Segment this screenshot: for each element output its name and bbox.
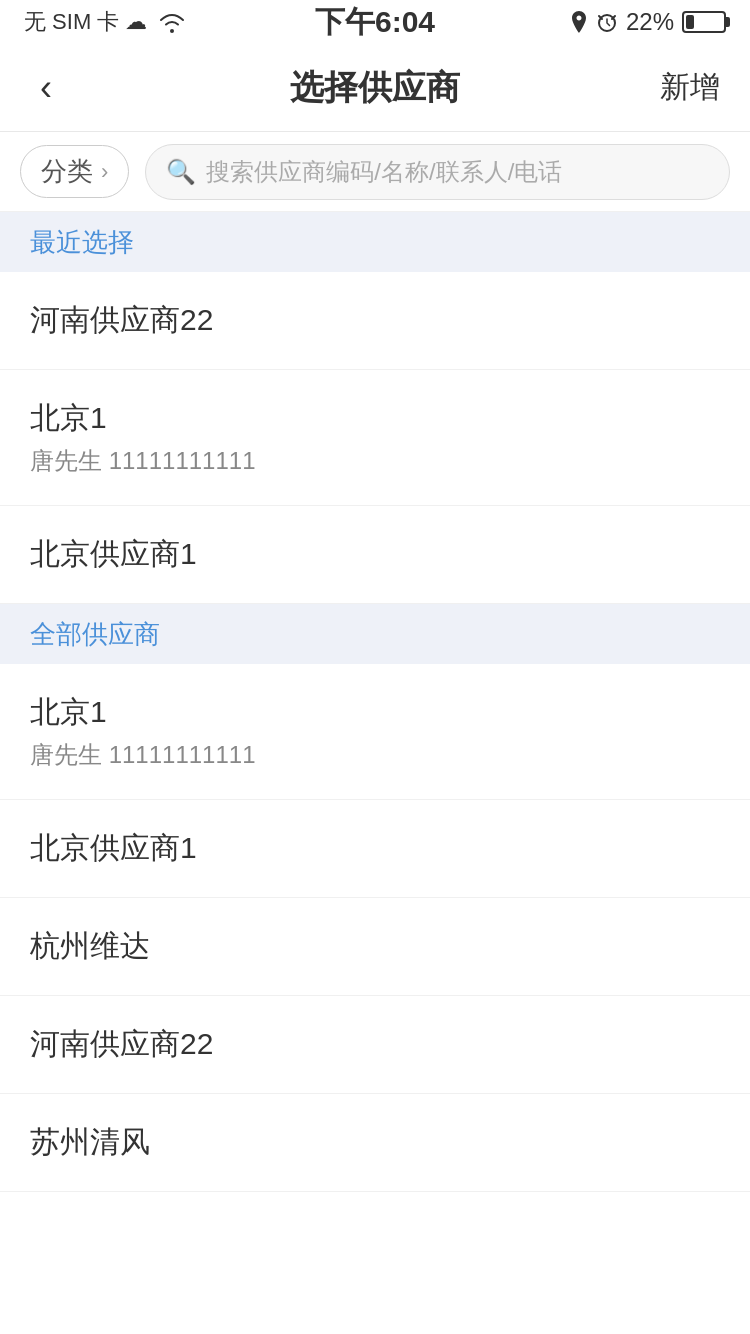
all-section-header: 全部供应商	[0, 604, 750, 664]
battery-percent: 22%	[626, 8, 674, 36]
item-name: 河南供应商22	[30, 1024, 720, 1065]
status-time: 下午6:04	[315, 2, 435, 43]
list-item[interactable]: 北京供应商1	[0, 506, 750, 604]
add-button[interactable]: 新增	[660, 67, 720, 108]
item-name: 北京1	[30, 692, 720, 733]
recent-section-label: 最近选择	[30, 225, 134, 260]
alarm-icon	[596, 11, 618, 33]
list-item[interactable]: 苏州清风	[0, 1094, 750, 1192]
battery-icon	[682, 11, 726, 33]
recent-section-header: 最近选择	[0, 212, 750, 272]
item-name: 杭州维达	[30, 926, 720, 967]
category-label: 分类	[41, 154, 93, 189]
item-sub: 唐先生 11111111111	[30, 739, 720, 771]
page-title: 选择供应商	[290, 65, 460, 111]
all-section-label: 全部供应商	[30, 617, 160, 652]
item-name: 苏州清风	[30, 1122, 720, 1163]
nav-bar: ‹ 选择供应商 新增	[0, 44, 750, 132]
recent-list: 河南供应商22 北京1 唐先生 11111111111 北京供应商1	[0, 272, 750, 604]
status-bar: 无 SIM 卡 ☁ 下午6:04 22%	[0, 0, 750, 44]
list-item[interactable]: 河南供应商22	[0, 272, 750, 370]
search-placeholder: 搜索供应商编码/名称/联系人/电话	[206, 156, 562, 188]
list-item[interactable]: 北京1 唐先生 11111111111	[0, 664, 750, 800]
status-right: 22%	[570, 8, 726, 36]
item-name: 北京供应商1	[30, 828, 720, 869]
filter-bar: 分类 › 🔍 搜索供应商编码/名称/联系人/电话	[0, 132, 750, 212]
search-icon: 🔍	[166, 158, 196, 186]
chevron-right-icon: ›	[101, 159, 108, 185]
item-name: 北京供应商1	[30, 534, 720, 575]
category-button[interactable]: 分类 ›	[20, 145, 129, 198]
item-name: 河南供应商22	[30, 300, 720, 341]
back-button[interactable]: ‹	[30, 57, 62, 119]
list-item[interactable]: 河南供应商22	[0, 996, 750, 1094]
no-sim-text: 无 SIM 卡 ☁	[24, 7, 147, 37]
item-sub: 唐先生 11111111111	[30, 445, 720, 477]
list-item[interactable]: 杭州维达	[0, 898, 750, 996]
search-box[interactable]: 🔍 搜索供应商编码/名称/联系人/电话	[145, 144, 730, 200]
status-left: 无 SIM 卡 ☁	[24, 7, 187, 37]
item-name: 北京1	[30, 398, 720, 439]
location-icon	[570, 11, 588, 33]
wifi-icon	[157, 11, 187, 33]
list-item[interactable]: 北京供应商1	[0, 800, 750, 898]
all-list: 北京1 唐先生 11111111111 北京供应商1 杭州维达河南供应商22 苏州清风	[0, 664, 750, 1192]
list-item[interactable]: 北京1 唐先生 11111111111	[0, 370, 750, 506]
